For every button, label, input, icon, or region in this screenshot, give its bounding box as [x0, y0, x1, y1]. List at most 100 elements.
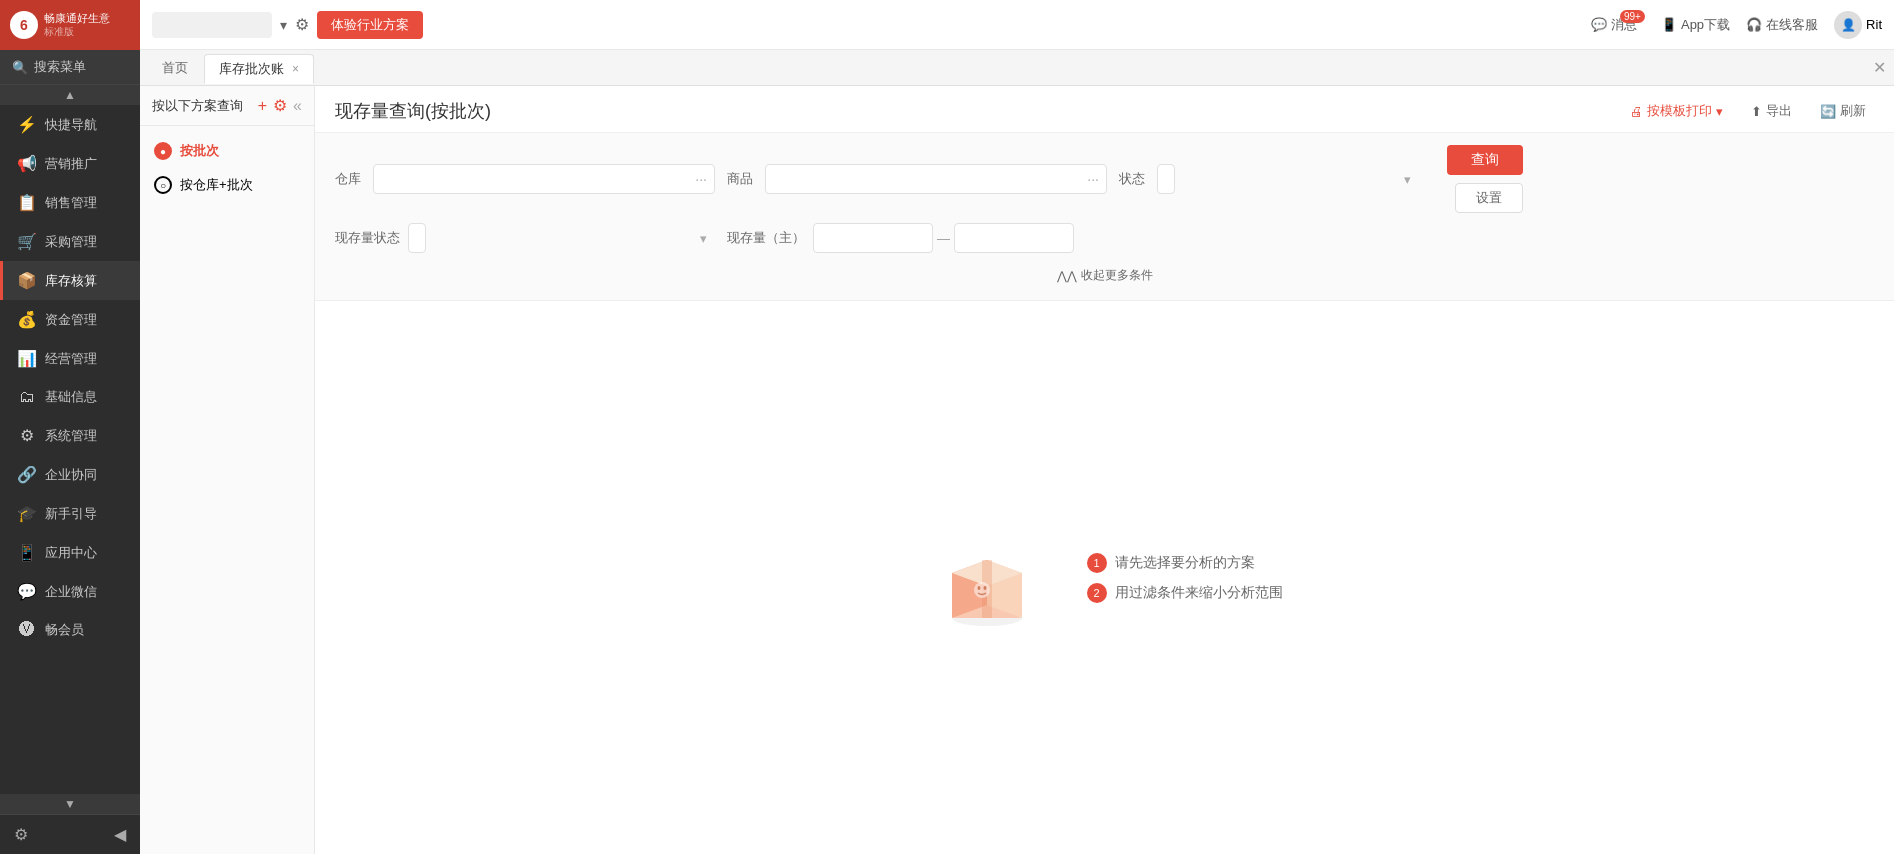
- user-avatar: 👤: [1834, 11, 1862, 39]
- search-menu-item[interactable]: 🔍 搜索菜单: [0, 50, 140, 85]
- topbar: ▾ ⚙ 体验行业方案 💬 消息 99+ 📱 App下载 🎧 在线客服 👤 Rit: [140, 0, 1894, 50]
- sidebar-item-wechat[interactable]: 💬 企业微信: [0, 572, 140, 611]
- messages-action[interactable]: 💬 消息 99+: [1591, 16, 1637, 34]
- phone-icon: 📱: [1661, 17, 1677, 32]
- panel-header-icons: + ⚙ «: [258, 96, 302, 115]
- sidebar-item-member[interactable]: 🅥 畅会员: [0, 611, 140, 649]
- tab-close-icon[interactable]: ×: [292, 62, 299, 76]
- member-icon: 🅥: [17, 621, 37, 639]
- quick-nav-icon: ⚡: [17, 115, 37, 134]
- sidebar-item-guide[interactable]: 🎓 新手引导: [0, 494, 140, 533]
- tab-batch-account[interactable]: 库存批次账 ×: [204, 54, 314, 84]
- nav-label: 企业微信: [45, 583, 97, 601]
- close-all-icon[interactable]: ✕: [1873, 58, 1886, 77]
- message-icon: 💬: [1591, 17, 1607, 32]
- settings-button[interactable]: 设置: [1455, 183, 1523, 213]
- inventory-qty-field: 现存量（主） —: [727, 223, 1107, 253]
- filter-area: 仓库 ··· 商品 ···: [315, 133, 1894, 301]
- print-button[interactable]: 🖨 按模板打印 ▾: [1622, 98, 1731, 124]
- svg-point-8: [983, 586, 986, 590]
- warehouse-more-icon[interactable]: ···: [695, 171, 707, 187]
- warehouse-input[interactable]: [373, 164, 715, 194]
- scheme-wh-batch-icon: ○: [154, 176, 172, 194]
- topbar-search-input[interactable]: [152, 12, 272, 38]
- topbar-left: ▾ ⚙ 体验行业方案: [152, 11, 1581, 39]
- sidebar-item-marketing[interactable]: 📢 营销推广: [0, 144, 140, 183]
- footer-collapse-icon[interactable]: ◀: [114, 825, 126, 844]
- step-num-1: 1: [1087, 553, 1107, 573]
- refresh-label: 刷新: [1840, 102, 1866, 120]
- page-actions: 🖨 按模板打印 ▾ ⬆ 导出 🔄 刷新: [1622, 98, 1874, 124]
- batch-tab-label: 库存批次账: [219, 60, 284, 78]
- page-header: 现存量查询(按批次) 🖨 按模板打印 ▾ ⬆ 导出 🔄 刷新: [315, 86, 1894, 133]
- inventory-qty-label: 现存量（主）: [727, 229, 805, 247]
- empty-step-1: 1 请先选择要分析的方案: [1087, 553, 1283, 573]
- trial-button[interactable]: 体验行业方案: [317, 11, 423, 39]
- nav-label: 采购管理: [45, 233, 97, 251]
- status-select-wrapper: [1157, 164, 1419, 194]
- marketing-icon: 📢: [17, 154, 37, 173]
- app-download-action[interactable]: 📱 App下载: [1661, 16, 1730, 34]
- product-input[interactable]: [765, 164, 1107, 194]
- topbar-dropdown-icon[interactable]: ▾: [280, 17, 287, 33]
- scheme-by-warehouse-batch[interactable]: ○ 按仓库+批次: [140, 168, 314, 202]
- inventory-qty-to[interactable]: [954, 223, 1074, 253]
- guide-icon: 🎓: [17, 504, 37, 523]
- sidebar-item-sales[interactable]: 📋 销售管理: [0, 183, 140, 222]
- sidebar-item-appcenter[interactable]: 📱 应用中心: [0, 533, 140, 572]
- sidebar-item-purchase[interactable]: 🛒 采购管理: [0, 222, 140, 261]
- scheme-by-batch[interactable]: ● 按批次: [140, 134, 314, 168]
- inv-status-select[interactable]: [408, 223, 426, 253]
- basics-icon: 🗂: [17, 388, 37, 406]
- print-label: 按模板打印: [1647, 102, 1712, 120]
- online-service-action[interactable]: 🎧 在线客服: [1746, 16, 1818, 34]
- search-menu-label: 搜索菜单: [34, 58, 86, 76]
- sidebar-item-enterprise[interactable]: 🔗 企业协同: [0, 455, 140, 494]
- sidebar-item-system[interactable]: ⚙ 系统管理: [0, 416, 140, 455]
- sidebar-item-basics[interactable]: 🗂 基础信息: [0, 378, 140, 416]
- scheme-settings-icon[interactable]: ⚙: [273, 96, 287, 115]
- online-service-label: 在线客服: [1766, 16, 1818, 34]
- warehouse-field: 仓库 ···: [335, 164, 715, 194]
- sidebar: 6 畅康通好生意 标准版 🔍 搜索菜单 ▲ ⚡ 快捷导航 📢 营销推广 📋 销售…: [0, 0, 140, 854]
- nav-label: 经营管理: [45, 350, 97, 368]
- sidebar-item-operations[interactable]: 📊 经营管理: [0, 339, 140, 378]
- refresh-button[interactable]: 🔄 刷新: [1812, 98, 1874, 124]
- inventory-status-field: 现存量状态: [335, 223, 715, 253]
- nav-label: 基础信息: [45, 388, 97, 406]
- nav-label: 资金管理: [45, 311, 97, 329]
- scroll-down-arrow[interactable]: ▼: [0, 794, 140, 814]
- svg-point-7: [977, 586, 980, 590]
- nav-label: 系统管理: [45, 427, 97, 445]
- add-scheme-icon[interactable]: +: [258, 97, 267, 115]
- sidebar-item-quick-nav[interactable]: ⚡ 快捷导航: [0, 105, 140, 144]
- scheme-batch-icon: ●: [154, 142, 172, 160]
- step-1-text: 请先选择要分析的方案: [1115, 554, 1255, 572]
- status-select[interactable]: [1157, 164, 1175, 194]
- filter-row-2: 现存量状态 现存量（主） —: [335, 223, 1874, 253]
- panel-collapse-icon[interactable]: «: [293, 97, 302, 115]
- nav-label: 新手引导: [45, 505, 97, 523]
- collapse-button[interactable]: ⋀⋀ 收起更多条件: [1045, 263, 1165, 288]
- search-icon: 🔍: [12, 60, 28, 75]
- sidebar-item-finance[interactable]: 💰 资金管理: [0, 300, 140, 339]
- inventory-icon: 📦: [17, 271, 37, 290]
- product-more-icon[interactable]: ···: [1087, 171, 1099, 187]
- export-button[interactable]: ⬆ 导出: [1743, 98, 1800, 124]
- topbar-right: 💬 消息 99+ 📱 App下载 🎧 在线客服 👤 Rit: [1591, 11, 1882, 39]
- topbar-gear-icon[interactable]: ⚙: [295, 15, 309, 34]
- sidebar-item-inventory[interactable]: 📦 库存核算: [0, 261, 140, 300]
- product-input-wrapper: ···: [765, 164, 1107, 194]
- sales-icon: 📋: [17, 193, 37, 212]
- edition-label: 标准版: [44, 25, 110, 39]
- tabs-bar: 首页 库存批次账 × ✕: [140, 50, 1894, 86]
- inventory-qty-from[interactable]: [813, 223, 933, 253]
- warehouse-label: 仓库: [335, 170, 365, 188]
- user-menu[interactable]: 👤 Rit: [1834, 11, 1882, 39]
- scroll-up-arrow[interactable]: ▲: [0, 85, 140, 105]
- app-download-label: App下载: [1681, 16, 1730, 34]
- svg-point-6: [974, 582, 990, 598]
- footer-settings-icon[interactable]: ⚙: [14, 825, 28, 844]
- query-button[interactable]: 查询: [1447, 145, 1523, 175]
- tab-home[interactable]: 首页: [148, 53, 202, 83]
